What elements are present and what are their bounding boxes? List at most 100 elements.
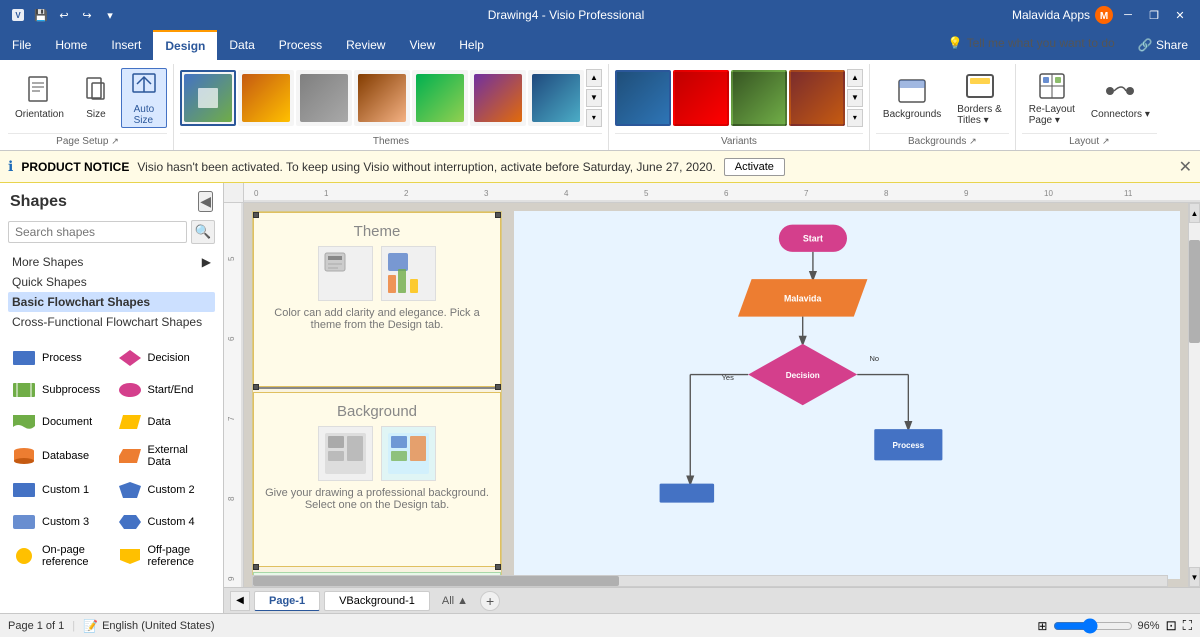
auto-size-btn[interactable]: AutoSize	[121, 68, 167, 128]
orientation-btn[interactable]: Orientation	[8, 68, 71, 128]
save-quick-btn[interactable]: 💾	[31, 5, 51, 25]
custom3-label: Custom 3	[42, 516, 89, 528]
startend-label: Start/End	[148, 384, 194, 396]
subprocess-icon	[12, 380, 36, 400]
tab-process[interactable]: Process	[267, 30, 334, 60]
canvas-scroll[interactable]: Theme	[244, 203, 1188, 587]
svg-text:9: 9	[227, 576, 236, 581]
variants-scroll-down[interactable]: ▼	[847, 89, 863, 107]
themes-scroll-up[interactable]: ▲	[586, 69, 602, 87]
tab-vbackground[interactable]: VBackground-1	[324, 591, 430, 611]
zoom-slider[interactable]	[1053, 618, 1133, 634]
quick-shapes-item[interactable]: Quick Shapes	[8, 272, 215, 292]
shape-subprocess[interactable]: Subprocess	[8, 376, 110, 404]
ruler-horizontal: 0 1 2 3 4 5 6 7 8 9 10 11	[244, 183, 1200, 203]
relayout-btn[interactable]: Re-LayoutPage ▾	[1022, 68, 1082, 128]
main-area: Shapes ◀ 🔍 More Shapes ▶ Quick Shapes Ba…	[0, 183, 1200, 613]
themes-scroll-more[interactable]: ▾	[586, 109, 602, 127]
variants-scroll-more[interactable]: ▾	[847, 109, 863, 127]
shape-decision[interactable]: Decision	[114, 344, 216, 372]
redo-quick-btn[interactable]: ↪	[77, 5, 97, 25]
undo-quick-btn[interactable]: ↩	[54, 5, 74, 25]
shape-external-data[interactable]: External Data	[114, 440, 216, 472]
notification-title: PRODUCT NOTICE	[21, 160, 129, 174]
svg-text:5: 5	[227, 256, 236, 261]
search-input[interactable]	[8, 221, 187, 243]
tab-all-btn[interactable]: All ▲	[434, 593, 476, 609]
theme-1[interactable]	[180, 70, 236, 126]
restore-btn[interactable]: ❐	[1142, 5, 1166, 25]
ribbon-group-backgrounds: Backgrounds Borders &Titles ▾ Background…	[872, 64, 1016, 150]
theme-4[interactable]	[354, 70, 410, 126]
shape-custom4[interactable]: Custom 4	[114, 508, 216, 536]
shape-startend[interactable]: Start/End	[114, 376, 216, 404]
shape-custom2[interactable]: Custom 2	[114, 476, 216, 504]
activate-button[interactable]: Activate	[724, 158, 785, 176]
variant-3[interactable]	[731, 70, 787, 126]
bottom-bar-shape[interactable]	[660, 484, 715, 503]
svg-text:8: 8	[884, 189, 889, 198]
theme-5[interactable]	[412, 70, 468, 126]
shape-custom3[interactable]: Custom 3	[8, 508, 110, 536]
customize-quick-btn[interactable]: ▾	[100, 5, 120, 25]
tab-view[interactable]: View	[397, 30, 447, 60]
minimize-btn[interactable]: ─	[1116, 5, 1140, 25]
themes-scroll-down[interactable]: ▼	[586, 89, 602, 107]
notification-close-btn[interactable]: ✕	[1179, 157, 1192, 177]
search-button[interactable]: 🔍	[191, 220, 215, 244]
quick-access-toolbar: V 💾 ↩ ↪ ▾	[8, 5, 120, 25]
cross-functional-item[interactable]: Cross-Functional Flowchart Shapes	[8, 312, 215, 332]
basic-flowchart-item[interactable]: Basic Flowchart Shapes	[8, 292, 215, 312]
close-btn[interactable]: ✕	[1168, 5, 1192, 25]
theme-6[interactable]	[470, 70, 526, 126]
borders-titles-btn[interactable]: Borders &Titles ▾	[950, 68, 1008, 128]
theme-3[interactable]	[296, 70, 352, 126]
shape-document[interactable]: Document	[8, 408, 110, 436]
offpage-ref-label: Off-page reference	[148, 544, 212, 568]
scroll-down-btn[interactable]: ▼	[1189, 567, 1200, 587]
shape-data[interactable]: Data	[114, 408, 216, 436]
title-bar-controls: Malavida Apps M ─ ❐ ✕	[1012, 5, 1192, 25]
ruler-top-row: 0 1 2 3 4 5 6 7 8 9 10 11	[224, 183, 1200, 203]
variants-scroll-up[interactable]: ▲	[847, 69, 863, 87]
shapes-collapse-btn[interactable]: ◀	[198, 191, 213, 212]
shape-custom1[interactable]: Custom 1	[8, 476, 110, 504]
more-shapes-item[interactable]: More Shapes ▶	[8, 252, 215, 272]
tab-home[interactable]: Home	[43, 30, 99, 60]
subprocess-label: Subprocess	[42, 384, 100, 396]
theme-7[interactable]	[528, 70, 584, 126]
background-panel-desc: Give your drawing a professional backgro…	[264, 487, 490, 511]
tab-add-btn[interactable]: +	[480, 591, 500, 611]
backgrounds-btn[interactable]: Backgrounds	[876, 68, 948, 128]
size-btn[interactable]: Size	[73, 68, 119, 128]
tab-design[interactable]: Design	[153, 30, 217, 60]
fit-page-btn[interactable]: ⊞	[1037, 619, 1047, 633]
share-btn[interactable]: 🔗 Share	[1126, 30, 1200, 60]
tab-file[interactable]: File	[0, 30, 43, 60]
ribbon: File Home Insert Design Data Process Rev…	[0, 30, 1200, 151]
shape-offpage-ref[interactable]: Off-page reference	[114, 540, 216, 572]
shape-onpage-ref[interactable]: On-page reference	[8, 540, 110, 572]
visio-icon: V	[8, 5, 28, 25]
tab-page-1[interactable]: Page-1	[254, 591, 320, 611]
theme-2[interactable]	[238, 70, 294, 126]
zoom-fit-btn[interactable]: ⊡	[1165, 618, 1176, 634]
ribbon-group-themes: ▲ ▼ ▾ Themes	[176, 64, 609, 150]
tell-me-bar[interactable]: 💡 Tell me what you want to do	[937, 30, 1126, 56]
variant-1[interactable]	[615, 70, 671, 126]
tab-data[interactable]: Data	[217, 30, 266, 60]
connectors-btn[interactable]: Connectors ▾	[1084, 68, 1157, 128]
tab-review[interactable]: Review	[334, 30, 397, 60]
vertical-scrollbar[interactable]: ▲ ▼	[1188, 203, 1200, 587]
tab-bar: ◀ Page-1 VBackground-1 All ▲ +	[224, 587, 1200, 613]
tab-help[interactable]: Help	[447, 30, 496, 60]
full-screen-btn[interactable]: ⛶	[1183, 618, 1192, 634]
shape-database[interactable]: Database	[8, 440, 110, 472]
scroll-up-btn[interactable]: ▲	[1189, 203, 1200, 223]
tab-scroll-left[interactable]: ◀	[230, 591, 250, 611]
horizontal-scrollbar[interactable]	[252, 575, 1168, 587]
tab-insert[interactable]: Insert	[99, 30, 153, 60]
variant-4[interactable]	[789, 70, 845, 126]
variant-2[interactable]	[673, 70, 729, 126]
shape-process[interactable]: Process	[8, 344, 110, 372]
